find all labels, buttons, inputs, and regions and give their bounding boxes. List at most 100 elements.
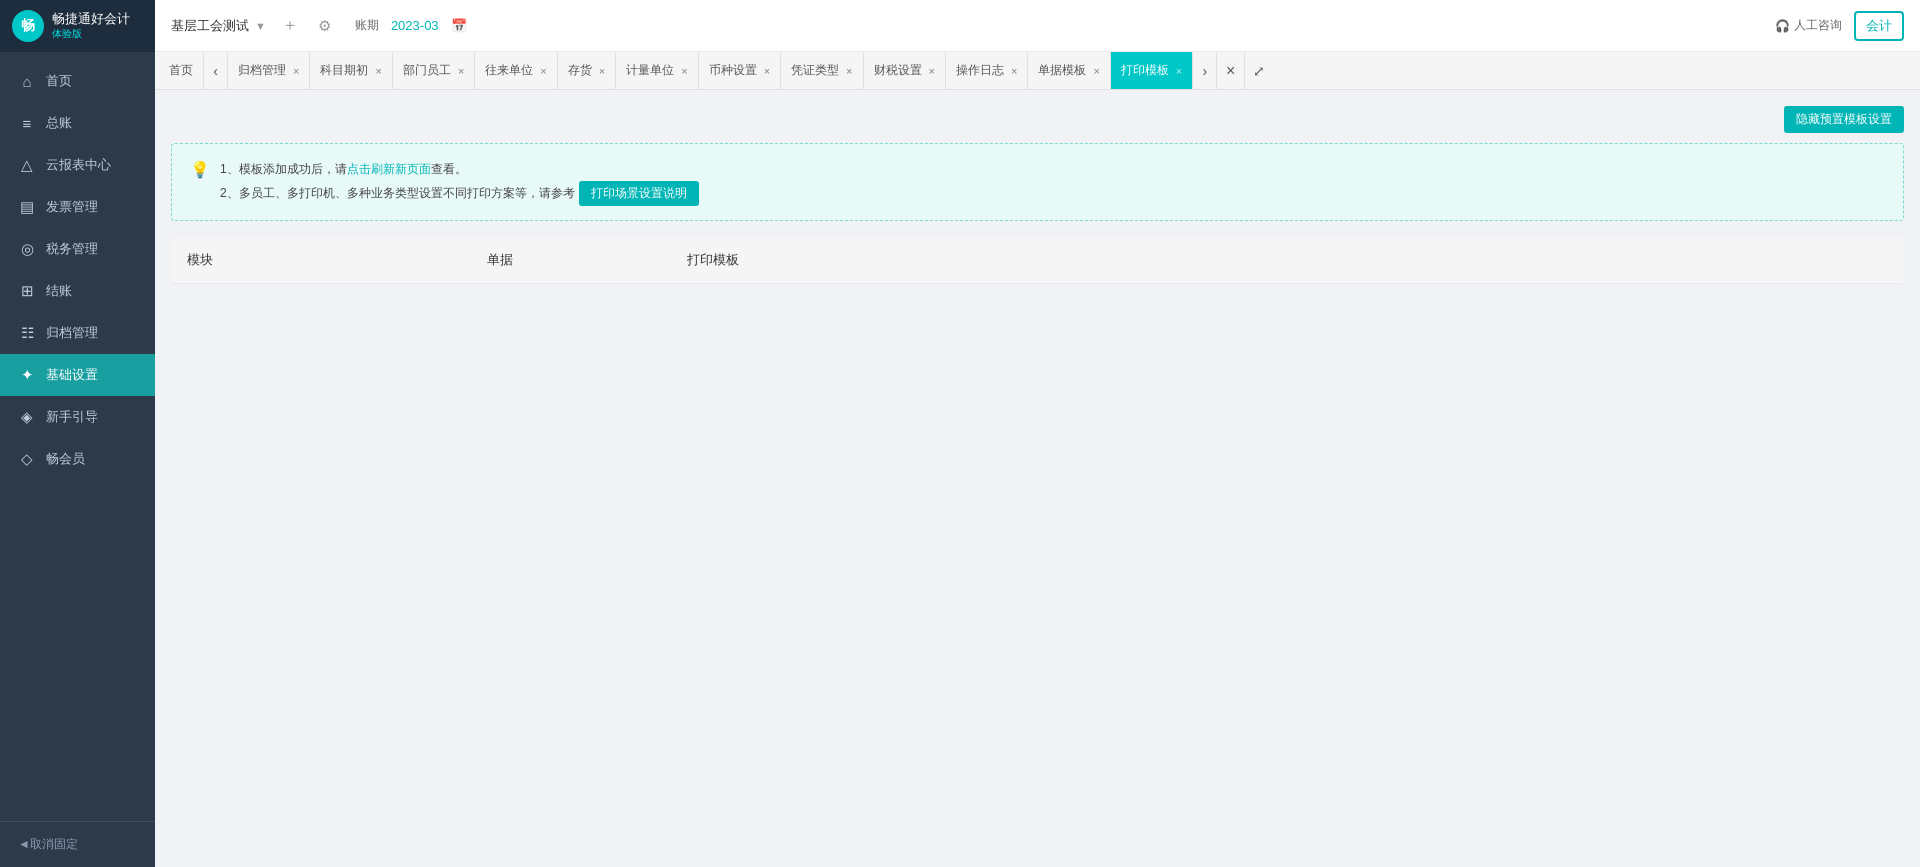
info-line2-prefix: 2、多员工、多打印机、多种业务类型设置不同打印方案等，请参考	[220, 182, 575, 205]
service-label: 人工咨询	[1794, 17, 1842, 34]
tab-label-taxsetting: 财税设置	[874, 62, 922, 79]
info-line1-prefix: 1、模板添加成功后，请	[220, 162, 347, 176]
sidebar-item-invoice[interactable]: ▤发票管理	[0, 186, 155, 228]
sidebar-label-archive: 归档管理	[46, 324, 98, 342]
sidebar-item-archive[interactable]: ☷ 归档管理	[0, 312, 155, 354]
company-selector[interactable]: 基层工会测试 ▼	[171, 17, 266, 35]
tab-subject[interactable]: 科目期初 ×	[310, 52, 392, 90]
ledger-icon: ≡	[18, 115, 36, 132]
print-scene-button[interactable]: 打印场景设置说明	[579, 181, 699, 206]
tab-close-subject[interactable]: ×	[375, 65, 381, 77]
tab-label-subject: 科目期初	[320, 62, 368, 79]
sidebar-nav: ⌂ 首页 ≡总账 △ 云报表中心 ▤发票管理◎税务管理 ⊞ 结账 ☷ 归档管理 ✦ 基础设置 ◈新手引导…	[0, 52, 155, 821]
sidebar-item-settle[interactable]: ⊞ 结账	[0, 270, 155, 312]
tab-close-oplog[interactable]: ×	[1011, 65, 1017, 77]
tab-currency[interactable]: 币种设置×	[699, 52, 781, 90]
sidebar-label-reports: 云报表中心	[46, 156, 111, 174]
main-content: 隐藏预置模板设置 💡 1、模板添加成功后，请点击刷新新页面查看。 2、多员工、多…	[155, 90, 1920, 867]
lightbulb-icon: 💡	[190, 160, 210, 179]
tab-close-all-button[interactable]: ×	[1217, 52, 1245, 90]
tab-unit[interactable]: 计量单位 ×	[616, 52, 698, 90]
tab-voucher[interactable]: 凭证类型 ×	[781, 52, 863, 90]
company-dropdown-arrow: ▼	[255, 20, 266, 32]
tab-label-oplog: 操作日志	[956, 62, 1004, 79]
logo-icon: 畅	[12, 10, 44, 42]
sidebar-item-guide[interactable]: ◈新手引导	[0, 396, 155, 438]
company-name: 基层工会测试	[171, 17, 249, 35]
action-bar: 隐藏预置模板设置	[171, 106, 1904, 133]
tab-close-currency[interactable]: ×	[764, 65, 770, 77]
tab-label-dept: 部门员工	[403, 62, 451, 79]
tab-close-dept[interactable]: ×	[458, 65, 464, 77]
tab-close-slip[interactable]: ×	[1093, 65, 1099, 77]
reports-icon: △	[18, 156, 36, 174]
info-box: 💡 1、模板添加成功后，请点击刷新新页面查看。 2、多员工、多打印机、多种业务类…	[171, 143, 1904, 221]
logo-name: 畅捷通好会计	[52, 11, 130, 28]
sidebar-item-member[interactable]: ◇ 畅会员	[0, 438, 155, 480]
tab-label-slip: 单据模板	[1038, 62, 1086, 79]
tab-printtemplate[interactable]: 打印模板 ×	[1111, 52, 1193, 90]
sidebar-label-home: 首页	[46, 72, 72, 90]
tab-supplier[interactable]: 往来单位 ×	[475, 52, 557, 90]
column-slip: 单据	[471, 247, 671, 273]
tab-label-unit: 计量单位	[626, 62, 674, 79]
tab-label-archive: 归档管理	[238, 62, 286, 79]
tab-nav-prev[interactable]: ‹	[204, 52, 228, 90]
tab-expand-button[interactable]: ⤢	[1245, 52, 1273, 90]
settings-gear-button[interactable]: ⚙	[314, 17, 335, 35]
refresh-page-link[interactable]: 点击刷新新页面	[347, 162, 431, 176]
customer-service-button[interactable]: 🎧 人工咨询	[1775, 17, 1842, 34]
tab-taxsetting[interactable]: 财税设置 ×	[864, 52, 946, 90]
tab-nav-next[interactable]: ›	[1193, 52, 1217, 90]
tab-slip[interactable]: 单据模板 ×	[1028, 52, 1110, 90]
tab-close-inventory[interactable]: ×	[599, 65, 605, 77]
table-header: 模块 单据 打印模板	[171, 237, 1904, 284]
logo-sub: 体验版	[52, 27, 130, 41]
hide-preview-button[interactable]: 隐藏预置模板设置	[1784, 106, 1904, 133]
tab-close-voucher[interactable]: ×	[846, 65, 852, 77]
sidebar-item-ledger[interactable]: ≡总账	[0, 102, 155, 144]
info-text: 1、模板添加成功后，请点击刷新新页面查看。 2、多员工、多打印机、多种业务类型设…	[220, 158, 699, 206]
sidebar-label-invoice: 发票管理	[46, 198, 98, 216]
sidebar-item-tax[interactable]: ◎税务管理	[0, 228, 155, 270]
sidebar-item-home[interactable]: ⌂ 首页	[0, 60, 155, 102]
column-module: 模块	[171, 247, 471, 273]
sidebar-label-member: 畅会员	[46, 450, 85, 468]
print-template-table: 模块 单据 打印模板	[171, 237, 1904, 284]
settle-icon: ⊞	[18, 282, 36, 300]
tab-oplog[interactable]: 操作日志 ×	[946, 52, 1028, 90]
home-icon: ⌂	[18, 73, 36, 90]
basic-icon: ✦	[18, 366, 36, 384]
add-company-button[interactable]: ＋	[278, 15, 302, 36]
tab-close-archive[interactable]: ×	[293, 65, 299, 77]
sidebar-label-settle: 结账	[46, 282, 72, 300]
tab-close-printtemplate[interactable]: ×	[1176, 65, 1182, 77]
sidebar-item-basic[interactable]: ✦ 基础设置	[0, 354, 155, 396]
tab-archive[interactable]: 归档管理 ×	[228, 52, 310, 90]
tab-dept[interactable]: 部门员工 ×	[393, 52, 475, 90]
sidebar: 畅 畅捷通好会计 体验版 ⌂ 首页 ≡总账 △ 云报表中心 ▤发票管理◎税务管理 ⊞ 结账 ☷ 归…	[0, 0, 155, 867]
kuaiji-button[interactable]: 会计	[1854, 11, 1904, 41]
sidebar-item-reports[interactable]: △ 云报表中心	[0, 144, 155, 186]
tab-label-supplier: 往来单位	[485, 62, 533, 79]
main-area: 基层工会测试 ▼ ＋ ⚙ 账期 2023-03 📅 🎧 人工咨询 会计 首页‹归…	[155, 0, 1920, 867]
tab-close-unit[interactable]: ×	[681, 65, 687, 77]
cancel-fixed-button[interactable]: ◄取消固定	[0, 821, 155, 867]
tab-home[interactable]: 首页	[159, 52, 204, 90]
tab-inventory[interactable]: 存货 ×	[558, 52, 616, 90]
period-value: 2023-03	[391, 18, 439, 33]
info-line1-suffix: 查看。	[431, 162, 467, 176]
member-icon: ◇	[18, 450, 36, 468]
tab-close-supplier[interactable]: ×	[540, 65, 546, 77]
sidebar-label-basic: 基础设置	[46, 366, 98, 384]
archive-icon: ☷	[18, 324, 36, 342]
tab-label-voucher: 凭证类型	[791, 62, 839, 79]
tab-close-taxsetting[interactable]: ×	[929, 65, 935, 77]
top-header: 基层工会测试 ▼ ＋ ⚙ 账期 2023-03 📅 🎧 人工咨询 会计	[155, 0, 1920, 52]
calendar-icon[interactable]: 📅	[451, 18, 467, 33]
sidebar-label-tax: 税务管理	[46, 240, 98, 258]
column-template: 打印模板	[671, 247, 1904, 273]
guide-icon: ◈	[18, 408, 36, 426]
tab-label-inventory: 存货	[568, 62, 592, 79]
tab-label-printtemplate: 打印模板	[1121, 62, 1169, 79]
